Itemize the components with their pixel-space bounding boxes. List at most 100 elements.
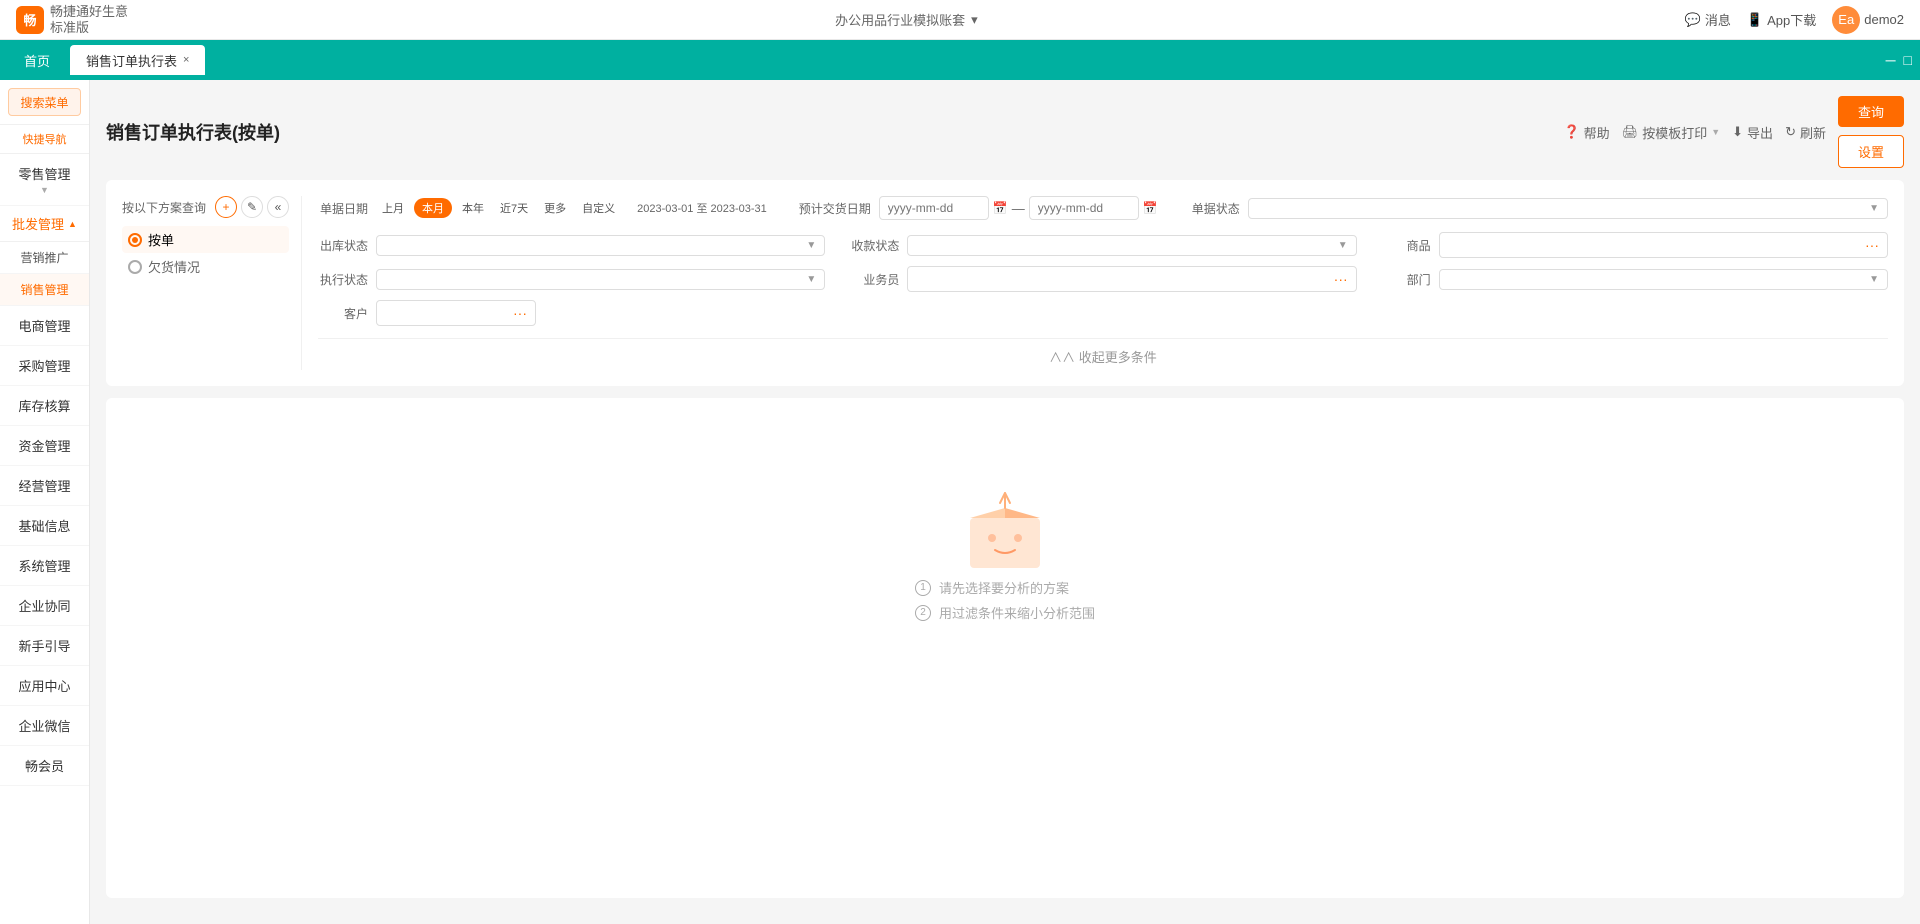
customer-select[interactable]: ··· bbox=[376, 300, 536, 326]
sidebar: 搜索菜单 快捷导航 零售管理 ▼ 批发管理 ▲ 营销推广 销售管理 电商管理 采… bbox=[0, 80, 90, 924]
sidebar-item-membership[interactable]: 畅会员 bbox=[0, 746, 89, 786]
product-select[interactable]: ··· bbox=[1439, 232, 1888, 258]
date-label: 单据日期 bbox=[318, 200, 368, 217]
date-opt-last-month[interactable]: 上月 bbox=[376, 198, 410, 218]
receipt-status-label: 收款状态 bbox=[849, 237, 899, 254]
sidebar-item-wholesale[interactable]: 批发管理 ▲ bbox=[0, 206, 89, 242]
sidebar-group-wholesale: 批发管理 ▲ 营销推广 销售管理 bbox=[0, 206, 89, 306]
date-opt-this-year[interactable]: 本年 bbox=[456, 198, 490, 218]
sidebar-item-ecommerce[interactable]: 电商管理 bbox=[0, 306, 89, 346]
top-bar-right: 💬 消息 📱 App下载 Ea demo2 bbox=[1685, 6, 1904, 34]
receipt-chevron-icon: ▼ bbox=[1338, 240, 1348, 251]
sidebar-item-app-center[interactable]: 应用中心 bbox=[0, 666, 89, 706]
empty-steps: 1 请先选择要分析的方案 2 用过滤条件来缩小分析范围 bbox=[915, 578, 1095, 628]
page-title-bar: 销售订单执行表(按单) ❓ 帮助 🖨 按模板打印 ▼ ⬇ 导出 ↻ 刷新 bbox=[106, 96, 1904, 168]
filter-receipt-status-field: 收款状态 ▼ bbox=[849, 232, 1356, 258]
collapse-icon: ∧∧ bbox=[1049, 350, 1079, 365]
status-select[interactable]: ▼ bbox=[1248, 198, 1888, 219]
export-button[interactable]: ⬇ 导出 bbox=[1732, 123, 1773, 142]
logo-text: 畅捷通好生意 标准版 bbox=[50, 4, 128, 35]
sidebar-item-operations[interactable]: 经营管理 bbox=[0, 466, 89, 506]
delivery-chevron-icon: ▼ bbox=[806, 240, 816, 251]
delivery-status-select[interactable]: ▼ bbox=[376, 235, 825, 256]
page-title: 销售订单执行表(按单) bbox=[106, 119, 280, 145]
date-opt-7days[interactable]: 近7天 bbox=[494, 198, 534, 218]
refresh-button[interactable]: ↻ 刷新 bbox=[1785, 123, 1826, 142]
date-opt-custom[interactable]: 自定义 bbox=[576, 198, 621, 218]
sidebar-item-enterprise[interactable]: 企业协同 bbox=[0, 586, 89, 626]
logo-icon: 畅 bbox=[16, 6, 44, 34]
status-label: 单据状态 bbox=[1190, 200, 1240, 217]
sidebar-item-basic-info[interactable]: 基础信息 bbox=[0, 506, 89, 546]
calendar-end-icon: 📅 bbox=[1143, 201, 1158, 215]
top-bar-left: 畅 畅捷通好生意 标准版 bbox=[16, 4, 128, 35]
solution-radio-inactive bbox=[128, 260, 142, 274]
sidebar-item-inventory[interactable]: 库存核算 bbox=[0, 386, 89, 426]
product-ellipsis-icon: ··· bbox=[1865, 237, 1879, 253]
empty-illustration bbox=[945, 478, 1065, 578]
sidebar-quick-nav[interactable]: 快捷导航 bbox=[0, 125, 89, 154]
expected-date-end-input[interactable] bbox=[1029, 196, 1139, 220]
solution-item-shortage[interactable]: 欠货情况 bbox=[122, 253, 289, 280]
message-button[interactable]: 💬 消息 bbox=[1685, 10, 1731, 29]
solution-item-by-order[interactable]: 按单 bbox=[122, 226, 289, 253]
sidebar-item-sales[interactable]: 销售管理 bbox=[0, 274, 89, 306]
sidebar-item-wechat[interactable]: 企业微信 bbox=[0, 706, 89, 746]
breadcrumb[interactable]: 办公用品行业模拟账套 ▾ bbox=[835, 10, 978, 29]
nav-tabs-left: 首页 销售订单执行表 × bbox=[8, 45, 205, 75]
sidebar-item-purchase[interactable]: 采购管理 bbox=[0, 346, 89, 386]
app-download-button[interactable]: 📱 App下载 bbox=[1747, 10, 1816, 29]
empty-step-1: 1 请先选择要分析的方案 bbox=[915, 578, 1095, 597]
empty-step-2: 2 用过滤条件来缩小分析范围 bbox=[915, 603, 1095, 622]
filter-delivery-status-field: 出库状态 ▼ bbox=[318, 232, 825, 258]
salesperson-select[interactable]: ··· bbox=[907, 266, 1356, 292]
page-actions: ❓ 帮助 🖨 按模板打印 ▼ ⬇ 导出 ↻ 刷新 查询 bbox=[1563, 96, 1904, 168]
print-icon: 🖨 bbox=[1622, 124, 1639, 140]
solution-add-button[interactable]: + bbox=[215, 196, 237, 218]
date-opt-this-month[interactable]: 本月 bbox=[414, 198, 452, 218]
sidebar-item-finance[interactable]: 资金管理 bbox=[0, 426, 89, 466]
filter-exec-status-field: 执行状态 ▼ bbox=[318, 266, 825, 292]
solution-collapse-button[interactable]: « bbox=[267, 196, 289, 218]
solution-header: 按以下方案查询 + ✎ « bbox=[122, 196, 289, 218]
tab-home[interactable]: 首页 bbox=[8, 45, 66, 75]
print-button[interactable]: 🖨 按模板打印 ▼ bbox=[1622, 123, 1720, 142]
solution-edit-button[interactable]: ✎ bbox=[241, 196, 263, 218]
filter-expected-date-field: 预计交货日期 📅 — 📅 bbox=[799, 196, 1158, 220]
tab-close-icon[interactable]: × bbox=[183, 54, 189, 66]
query-button[interactable]: 查询 bbox=[1838, 96, 1904, 127]
collapse-button[interactable]: ∧∧ 收起更多条件 bbox=[1049, 351, 1157, 365]
delivery-status-label: 出库状态 bbox=[318, 237, 368, 254]
date-separator: — bbox=[1012, 201, 1025, 216]
top-bar: 畅 畅捷通好生意 标准版 办公用品行业模拟账套 ▾ 💬 消息 📱 App下载 E… bbox=[0, 0, 1920, 40]
user-info[interactable]: Ea demo2 bbox=[1832, 6, 1904, 34]
setting-button[interactable]: 设置 bbox=[1838, 135, 1904, 168]
sidebar-item-system[interactable]: 系统管理 bbox=[0, 546, 89, 586]
nav-tabs: 首页 销售订单执行表 × ─ □ bbox=[0, 40, 1920, 80]
sidebar-item-retail[interactable]: 零售管理 ▼ bbox=[0, 154, 89, 206]
customer-ellipsis-icon: ··· bbox=[513, 305, 527, 321]
tab-sales-order-exec[interactable]: 销售订单执行表 × bbox=[70, 45, 205, 75]
expected-date-start-input[interactable] bbox=[879, 196, 989, 220]
filter-panel: 按以下方案查询 + ✎ « 按单 bbox=[106, 180, 1904, 386]
dept-select[interactable]: ▼ bbox=[1439, 269, 1888, 290]
search-menu-button[interactable]: 搜索菜单 bbox=[8, 88, 81, 116]
help-button[interactable]: ❓ 帮助 bbox=[1563, 123, 1609, 142]
calendar-start-icon: 📅 bbox=[993, 201, 1008, 215]
exec-status-select[interactable]: ▼ bbox=[376, 269, 825, 290]
date-opt-more[interactable]: 更多 bbox=[538, 198, 572, 218]
collapse-row: ∧∧ 收起更多条件 bbox=[318, 338, 1888, 370]
filter-dept-field: 部门 ▼ bbox=[1381, 266, 1888, 292]
sidebar-item-newbie[interactable]: 新手引导 bbox=[0, 626, 89, 666]
window-minimize-icon[interactable]: ─ bbox=[1886, 52, 1896, 68]
empty-state: 1 请先选择要分析的方案 2 用过滤条件来缩小分析范围 bbox=[106, 398, 1904, 708]
date-options: 上月 本月 本年 近7天 更多 自定义 bbox=[376, 198, 621, 218]
content-area: 销售订单执行表(按单) ❓ 帮助 🖨 按模板打印 ▼ ⬇ 导出 ↻ 刷新 bbox=[90, 80, 1920, 924]
exec-chevron-icon: ▼ bbox=[806, 274, 816, 285]
filter-date-field: 单据日期 上月 本月 本年 近7天 更多 自定义 bbox=[318, 198, 621, 218]
filter-row-2: 出库状态 ▼ 收款状态 ▼ bbox=[318, 232, 1888, 258]
sidebar-item-marketing[interactable]: 营销推广 bbox=[0, 242, 89, 274]
window-maximize-icon[interactable]: □ bbox=[1904, 52, 1912, 68]
nav-tabs-right: ─ □ bbox=[1886, 52, 1912, 68]
receipt-status-select[interactable]: ▼ bbox=[907, 235, 1356, 256]
